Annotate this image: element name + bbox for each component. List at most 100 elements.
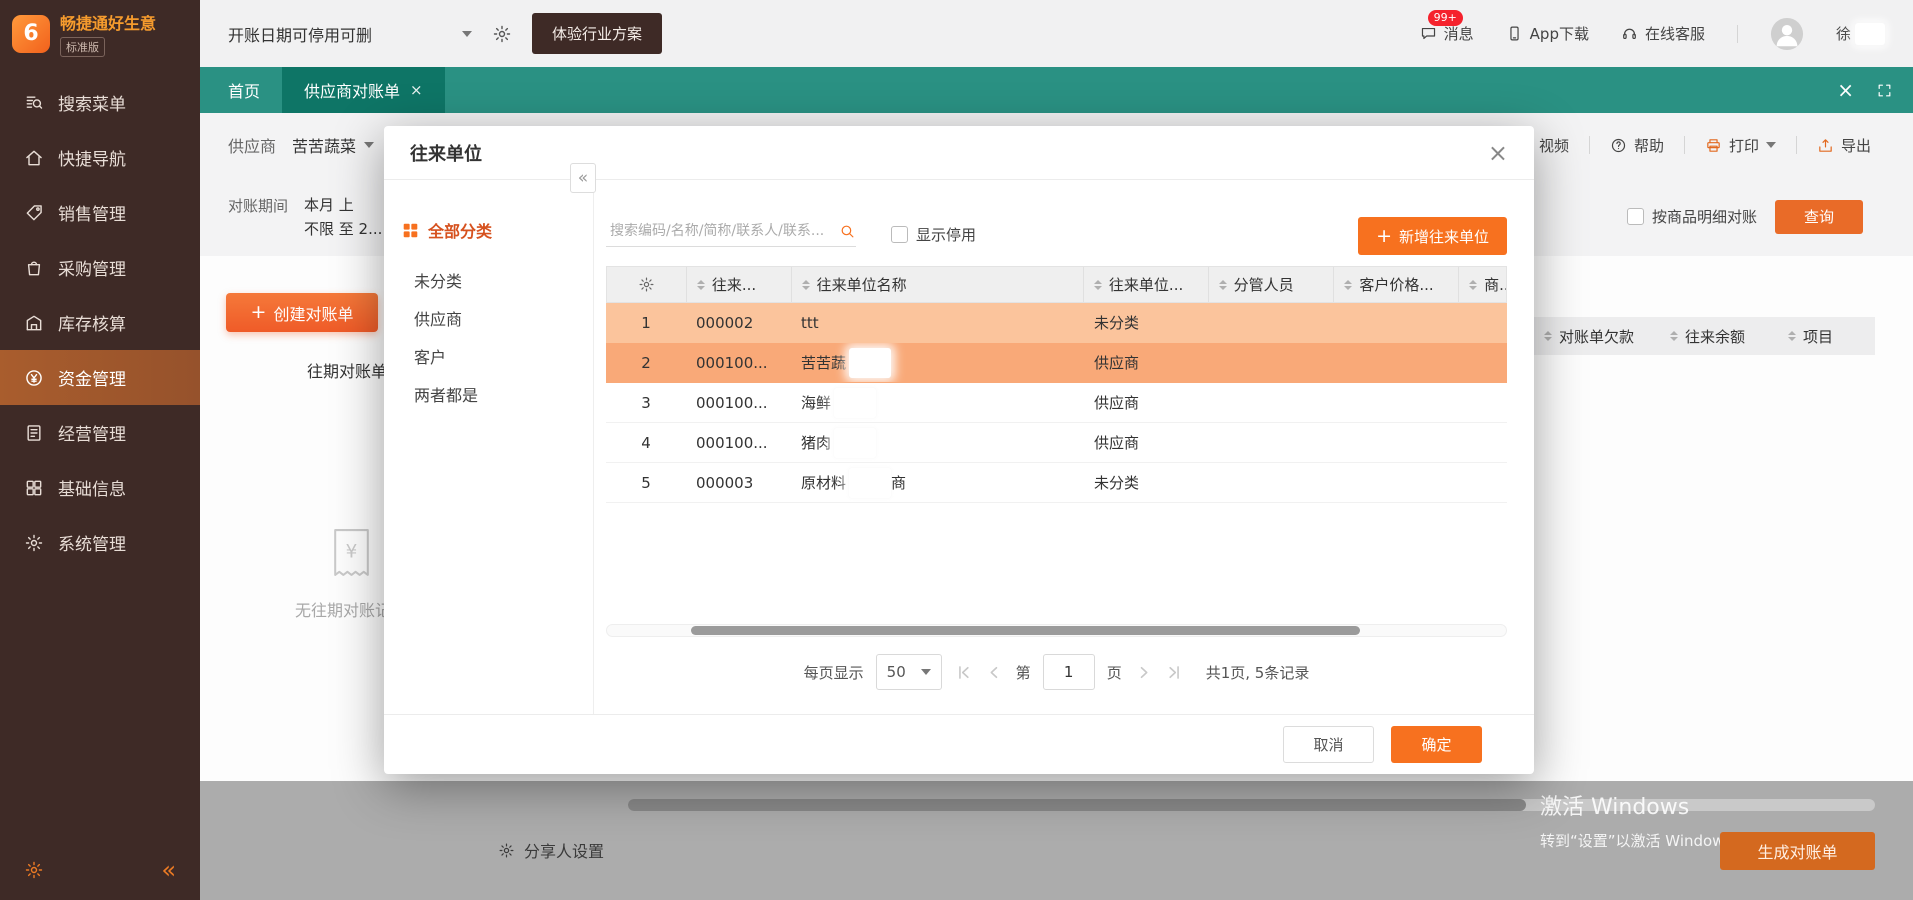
online-support-button[interactable]: 在线客服 (1621, 23, 1705, 44)
category-item-customer[interactable]: 客户 (384, 337, 593, 375)
query-button[interactable]: 查询 (1775, 199, 1863, 234)
tab-supplier-statement[interactable]: 供应商对账单 × (282, 67, 445, 113)
fullscreen-icon[interactable] (1876, 82, 1893, 99)
category-item-supplier[interactable]: 供应商 (384, 299, 593, 337)
column-header-price[interactable]: 客户价格... (1334, 267, 1460, 302)
settings-gear-icon[interactable] (492, 24, 512, 44)
show-disabled-checkbox[interactable] (891, 226, 908, 243)
messages-badge: 99+ (1427, 10, 1463, 26)
period-filter[interactable]: 对账期间 本月 上 不限 至 2... (228, 193, 382, 241)
sidebar-item-search-menu[interactable]: 搜索菜单 (0, 75, 200, 130)
table-row[interactable]: 1 000002 ttt 未分类 (606, 303, 1507, 343)
add-partner-button[interactable]: + 新增往来单位 (1358, 217, 1507, 255)
detail-checkbox-row: 按商品明细对账 (1626, 206, 1757, 227)
collapse-sidebar-icon[interactable]: « (161, 858, 176, 882)
partner-type: 未分类 (1094, 314, 1140, 332)
export-button[interactable]: 导出 (1817, 135, 1871, 156)
column-header-project[interactable]: 项目 (1778, 326, 1868, 347)
sidebar-item-inventory[interactable]: 库存核算 (0, 295, 200, 350)
partner-type: 供应商 (1094, 394, 1140, 412)
print-button[interactable]: 打印 (1705, 135, 1776, 156)
page-number-input[interactable] (1042, 654, 1095, 690)
per-page-select[interactable]: 50 (875, 654, 942, 690)
dialog-horizontal-scrollbar[interactable] (606, 624, 1507, 637)
category-item-both[interactable]: 两者都是 (384, 375, 593, 413)
last-page-icon[interactable] (1165, 663, 1184, 682)
partner-manager (1209, 303, 1335, 342)
first-page-icon[interactable] (954, 663, 973, 682)
category-all[interactable]: 全部分类 (384, 218, 593, 242)
sort-icon (1788, 331, 1796, 341)
partner-price (1335, 303, 1460, 342)
supplier-dropdown[interactable]: 苦苦蔬菜 (292, 133, 375, 157)
category-all-label: 全部分类 (428, 222, 493, 241)
table-row[interactable]: 2 000100... 苦苦蔬 供应商 (606, 343, 1507, 383)
sidebar-item-system[interactable]: 系统管理 (0, 515, 200, 570)
period-line2: 不限 至 2... (304, 219, 383, 238)
user-avatar[interactable] (1770, 17, 1804, 51)
column-header-manager[interactable]: 分管人员 (1209, 267, 1335, 302)
tabbar-controls: × (1837, 80, 1893, 100)
category-item-unclassified[interactable]: 未分类 (384, 261, 593, 299)
sidebar-item-purchase[interactable]: 采购管理 (0, 240, 200, 295)
share-settings-button[interactable]: 分享人设置 (498, 838, 604, 862)
cancel-button[interactable]: 取消 (1283, 726, 1374, 763)
column-header-code[interactable]: 往来... (687, 267, 792, 302)
logo-text: 畅捷通好生意 标准版 (60, 10, 156, 57)
table-row[interactable]: 3 000100... 海鲜 供应商 (606, 383, 1507, 423)
sidebar-item-funds[interactable]: 资金管理 (0, 350, 200, 405)
table-row[interactable]: 5 000003 原材料 商 未分类 (606, 463, 1507, 503)
create-statement-button[interactable]: + 创建对账单 (226, 293, 378, 332)
export-arrow-icon (1817, 137, 1834, 154)
sidebar-item-label: 经营管理 (58, 425, 126, 445)
user-menu[interactable]: 徐 (1836, 22, 1885, 45)
detail-checkbox[interactable] (1626, 208, 1644, 225)
plus-icon: + (1376, 224, 1392, 247)
sidebar-item-quick-nav[interactable]: 快捷导航 (0, 130, 200, 185)
confirm-button[interactable]: 确定 (1391, 726, 1482, 763)
column-settings-button[interactable] (607, 267, 687, 302)
partner-dialog: 往来单位 × 全部分类 未分类 供应商 客户 两者都是 « 显示停用 + (384, 126, 1534, 774)
messages-button[interactable]: 99+ 消息 (1420, 10, 1474, 44)
help-button[interactable]: 帮助 (1610, 135, 1664, 156)
account-date-label: 开账日期可停用可删 (228, 25, 373, 45)
partner-search-input[interactable] (606, 216, 839, 246)
per-page-label: 每页显示 (803, 663, 864, 682)
search-icon (24, 93, 44, 113)
search-icon[interactable] (839, 223, 856, 240)
column-header-more[interactable]: 商... (1459, 267, 1506, 302)
collapse-panel-button[interactable]: « (570, 163, 596, 193)
tabbar: 首页 供应商对账单 × × (200, 67, 1913, 113)
generate-statement-button[interactable]: 生成对账单 (1720, 832, 1875, 870)
sidebar-item-sales[interactable]: 销售管理 (0, 185, 200, 240)
privacy-mask (1855, 22, 1885, 45)
column-header-name[interactable]: 往来单位名称 (792, 267, 1084, 302)
settings-gear-icon[interactable] (24, 860, 44, 880)
close-icon[interactable]: × (1488, 141, 1508, 165)
prev-page-icon[interactable] (985, 663, 1004, 682)
account-date-setting[interactable]: 开账日期可停用可删 (228, 22, 473, 46)
partner-code: 000003 (696, 473, 754, 492)
tab-home[interactable]: 首页 (206, 67, 282, 113)
partner-type: 供应商 (1094, 354, 1140, 372)
partner-table: 往来... 往来单位名称 往来单位... 分管人员 客户价格... 商... 1… (606, 266, 1507, 503)
table-row[interactable]: 4 000100... 猪肉 供应商 (606, 423, 1507, 463)
partner-name-cell: ttt (791, 303, 1084, 342)
column-header-debt[interactable]: 对账单欠款 (1534, 326, 1660, 347)
scrollbar-thumb[interactable] (691, 626, 1360, 635)
sort-icon (1218, 279, 1227, 290)
edition-badge: 标准版 (60, 37, 105, 57)
next-page-icon[interactable] (1134, 663, 1153, 682)
sidebar-item-basic-info[interactable]: 基础信息 (0, 460, 200, 515)
history-table-header: 对账单欠款 往来余额 项目 (1534, 317, 1875, 355)
period-label: 对账期间 (228, 196, 289, 215)
sidebar-item-business[interactable]: 经营管理 (0, 405, 200, 460)
close-all-tabs-icon[interactable]: × (1837, 80, 1854, 100)
partner-name: 猪肉 (801, 434, 832, 452)
column-header-balance[interactable]: 往来余额 (1660, 326, 1778, 347)
tab-close-icon[interactable]: × (410, 81, 423, 99)
app-download-button[interactable]: App下载 (1506, 23, 1589, 44)
scrollbar-thumb[interactable] (628, 799, 1526, 811)
trial-solution-button[interactable]: 体验行业方案 (532, 13, 663, 54)
column-header-type[interactable]: 往来单位... (1084, 267, 1209, 302)
